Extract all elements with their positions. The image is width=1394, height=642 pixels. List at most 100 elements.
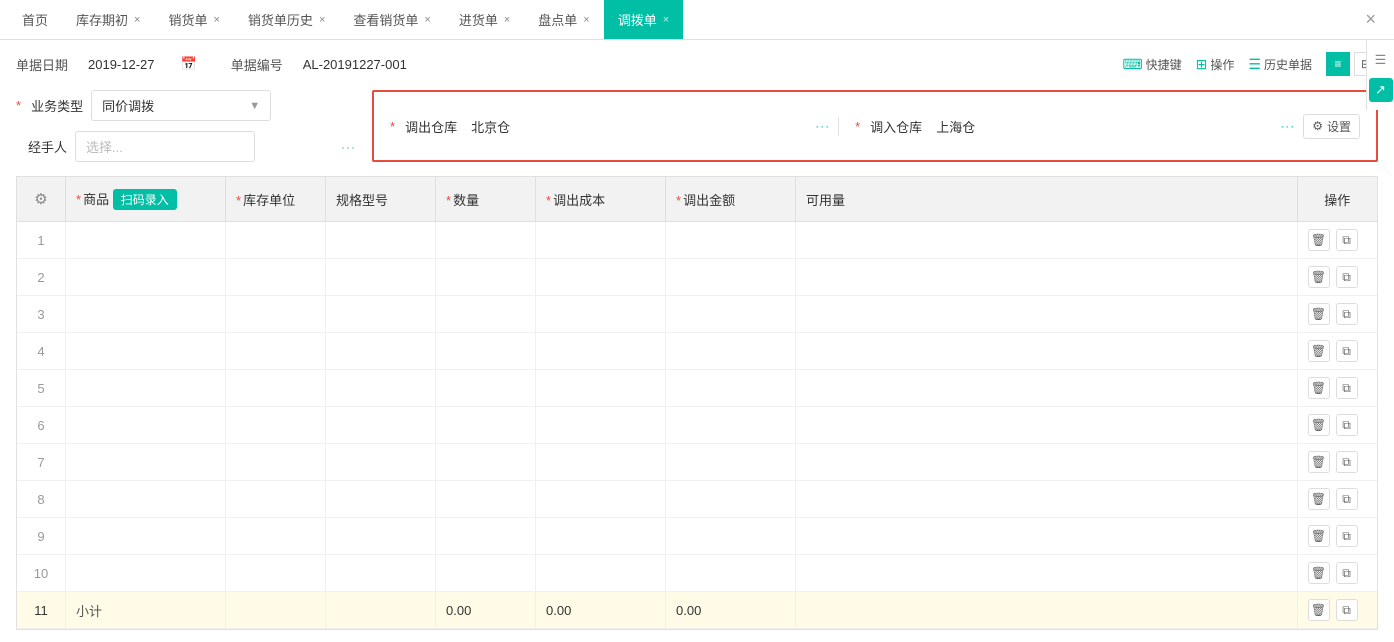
available-cell	[796, 518, 1298, 555]
delete-btn[interactable]: 🗑	[1308, 229, 1330, 251]
date-value: 2019-12-27	[88, 57, 155, 72]
tab-close-purchase-order[interactable]: ×	[504, 14, 510, 26]
business-type-row: * 业务类型 同价调拨 ▼	[16, 90, 356, 121]
copy-btn[interactable]: ⧉	[1336, 303, 1358, 325]
delete-btn[interactable]: 🗑	[1308, 340, 1330, 362]
unit-cell	[226, 555, 326, 592]
copy-btn[interactable]: ⧉	[1336, 488, 1358, 510]
product-cell	[66, 555, 226, 592]
th-spec: 规格型号	[326, 177, 436, 222]
tab-inventory-check[interactable]: 盘点单 ×	[524, 0, 603, 39]
operate-btn[interactable]: ⊞ 操作	[1196, 56, 1235, 73]
op-cell: 🗑 ⧉	[1297, 222, 1377, 259]
delete-btn[interactable]: 🗑	[1308, 266, 1330, 288]
subtotal-available	[796, 592, 1298, 629]
operate-icon: ⊞	[1196, 56, 1208, 73]
available-cell	[796, 259, 1298, 296]
copy-btn[interactable]: ⧉	[1336, 377, 1358, 399]
tab-bar-close-btn[interactable]: ×	[1355, 9, 1386, 30]
number-value: AL-20191227-001	[303, 57, 407, 72]
copy-btn[interactable]: ⧉	[1336, 414, 1358, 436]
cost-cell	[536, 222, 666, 259]
tab-close-transfer-order[interactable]: ×	[663, 14, 669, 26]
row-num: 6	[17, 407, 66, 444]
available-cell	[796, 407, 1298, 444]
settings-btn[interactable]: ⚙ 设置	[1303, 114, 1360, 139]
person-select[interactable]: 选择...	[75, 131, 255, 162]
available-cell	[796, 555, 1298, 592]
table-row: 9 🗑 ⧉	[17, 518, 1377, 555]
calendar-icon[interactable]: 📅	[181, 56, 197, 72]
person-more-btn[interactable]: ···	[341, 140, 356, 154]
tab-purchase-order[interactable]: 进货单 ×	[445, 0, 524, 39]
table-row: 11 小计 0.00 0.00 0.00 🗑 ⧉	[17, 592, 1377, 629]
person-row: 经手人 选择... ···	[16, 131, 356, 162]
delete-btn[interactable]: 🗑	[1308, 599, 1330, 621]
tab-close-inventory-check[interactable]: ×	[583, 14, 589, 26]
subtotal-quantity: 0.00	[436, 592, 536, 629]
table-header-row: ⚙ *商品 扫码录入 *库存单位 规格型号 *数量	[17, 177, 1377, 222]
delete-btn[interactable]: 🗑	[1308, 303, 1330, 325]
quantity-cell	[436, 555, 536, 592]
unit-cell	[226, 222, 326, 259]
tab-home[interactable]: 首页	[8, 0, 62, 39]
spec-cell	[326, 481, 436, 518]
available-cell	[796, 333, 1298, 370]
copy-btn[interactable]: ⧉	[1336, 229, 1358, 251]
tab-sales-history[interactable]: 销货单历史 ×	[234, 0, 339, 39]
tab-close-view-sales[interactable]: ×	[424, 14, 430, 26]
spec-cell	[326, 296, 436, 333]
row-num: 8	[17, 481, 66, 518]
delete-btn[interactable]: 🗑	[1308, 451, 1330, 473]
tab-sales-order[interactable]: 销货单 ×	[154, 0, 233, 39]
copy-btn[interactable]: ⧉	[1336, 266, 1358, 288]
tab-close-sales-history[interactable]: ×	[319, 14, 325, 26]
scan-input-btn[interactable]: 扫码录入	[113, 189, 177, 210]
delete-btn[interactable]: 🗑	[1308, 377, 1330, 399]
delete-btn[interactable]: 🗑	[1308, 525, 1330, 547]
table-row: 4 🗑 ⧉	[17, 333, 1377, 370]
copy-btn[interactable]: ⧉	[1336, 562, 1358, 584]
delete-btn[interactable]: 🗑	[1308, 488, 1330, 510]
panel-note-btn[interactable]: ☰	[1369, 48, 1393, 72]
delete-btn[interactable]: 🗑	[1308, 562, 1330, 584]
panel-export-btn[interactable]: ↗	[1369, 78, 1393, 102]
unit-cell	[226, 296, 326, 333]
row-num: 2	[17, 259, 66, 296]
person-placeholder: 选择...	[86, 137, 123, 156]
amount-cell	[666, 333, 796, 370]
shortcut-icon: ⌨	[1122, 56, 1142, 73]
copy-btn[interactable]: ⧉	[1336, 451, 1358, 473]
subtotal-op: 🗑 ⧉	[1297, 592, 1377, 629]
copy-btn[interactable]: ⧉	[1336, 599, 1358, 621]
unit-cell	[226, 333, 326, 370]
th-transfer-cost: *调出成本	[536, 177, 666, 222]
history-btn[interactable]: ☰ 历史单据	[1248, 56, 1312, 73]
warehouse-in-more-btn[interactable]: ···	[1280, 119, 1295, 133]
tab-close-inventory-init[interactable]: ×	[134, 14, 140, 26]
warehouse-in-required-star: *	[855, 119, 860, 134]
tab-transfer-order[interactable]: 调拨单 ×	[604, 0, 683, 39]
amount-cell	[666, 444, 796, 481]
copy-btn[interactable]: ⧉	[1336, 340, 1358, 362]
cost-cell	[536, 407, 666, 444]
history-icon: ☰	[1248, 56, 1261, 73]
copy-btn[interactable]: ⧉	[1336, 525, 1358, 547]
view-list-btn[interactable]: ≡	[1326, 52, 1350, 76]
product-cell	[66, 370, 226, 407]
tab-inventory-init[interactable]: 库存期初 ×	[62, 0, 154, 39]
tab-close-sales-order[interactable]: ×	[213, 14, 219, 26]
shortcut-btn[interactable]: ⌨ 快捷键	[1122, 56, 1181, 73]
spec-cell	[326, 222, 436, 259]
delete-btn[interactable]: 🗑	[1308, 414, 1330, 436]
business-type-select[interactable]: 同价调拨 ▼	[91, 90, 271, 121]
column-settings-icon[interactable]: ⚙	[27, 185, 55, 213]
warehouse-out-section: * 调出仓库 北京仓 ···	[390, 117, 830, 136]
document-header: 单据日期 2019-12-27 📅 单据编号 AL-20191227-001 ⌨…	[16, 52, 1378, 76]
quantity-cell	[436, 444, 536, 481]
cost-cell	[536, 444, 666, 481]
tab-view-sales[interactable]: 查看销货单 ×	[339, 0, 444, 39]
spec-cell	[326, 407, 436, 444]
warehouse-out-more-btn[interactable]: ···	[815, 119, 830, 133]
quantity-cell	[436, 407, 536, 444]
